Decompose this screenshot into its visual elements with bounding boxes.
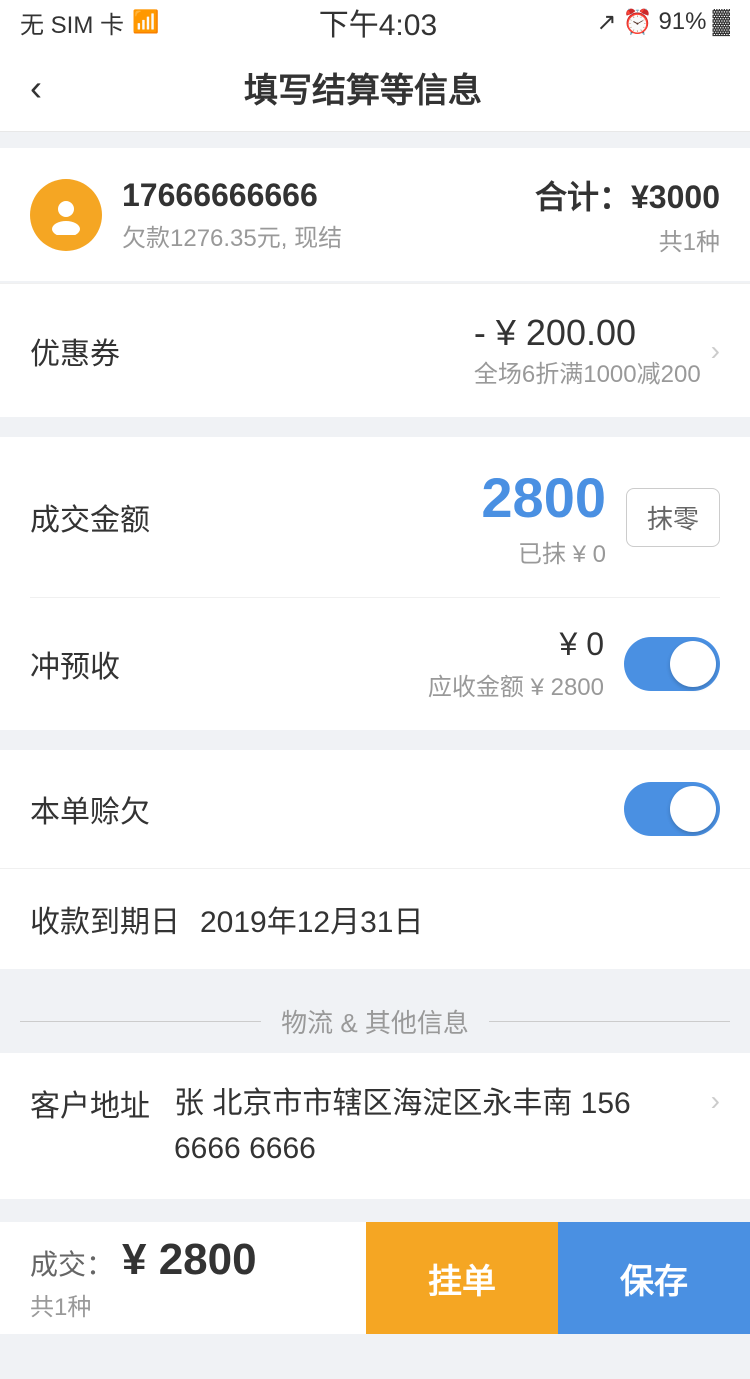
coupon-description: 全场6折满1000减200 <box>474 354 701 389</box>
address-section: 客户地址 张 北京市市辖区海淀区永丰南 156 6666 6666 › <box>0 1053 750 1199</box>
due-date-value: 2019年12月31日 <box>200 897 423 941</box>
prepay-amount: ¥ 0 <box>560 626 604 663</box>
bottom-count: 共1种 <box>30 1287 336 1322</box>
bottom-amount: ¥ 2800 <box>122 1235 257 1285</box>
section-divider-1 <box>0 417 750 437</box>
defer-row: 本单赊欠 <box>0 750 750 868</box>
due-date-row: 收款到期日 2019年12月31日 <box>0 868 750 969</box>
status-time: 下午4:03 <box>319 0 437 44</box>
battery-text: 91% <box>658 8 706 36</box>
coupon-right: - ¥ 200.00 全场6折满1000减200 › <box>474 312 720 389</box>
logistics-divider: 物流 & 其他信息 <box>0 989 750 1053</box>
bottom-bar: 成交： ¥ 2800 共1种 挂单 保存 <box>0 1222 750 1334</box>
total-count: 共1种 <box>535 222 720 257</box>
defer-toggle[interactable] <box>624 782 720 836</box>
customer-total: 合计：¥3000 共1种 <box>535 172 720 257</box>
status-bar: 无 SIM 卡 📶 下午4:03 ↗ ⏰ 91% ▓ <box>0 0 750 44</box>
hold-button[interactable]: 挂单 <box>366 1222 558 1334</box>
coupon-chevron-icon: › <box>711 335 720 367</box>
coupon-discount: - ¥ 200.00 <box>474 312 701 354</box>
amount-right: 2800 已抹 ¥ 0 抹零 <box>481 465 720 569</box>
coupon-row[interactable]: 优惠券 - ¥ 200.00 全场6折满1000减200 › <box>0 283 750 417</box>
customer-sub-text: 欠款1276.35元, 现结 <box>122 218 342 253</box>
save-button[interactable]: 保存 <box>558 1222 750 1334</box>
page-title: 填写结算等信息 <box>62 63 664 112</box>
avatar <box>30 179 102 251</box>
bottom-summary: 成交： ¥ 2800 共1种 <box>0 1235 366 1322</box>
defer-label: 本单赊欠 <box>30 787 150 831</box>
amount-value-wrapper: 2800 已抹 ¥ 0 <box>481 465 606 569</box>
alarm-icon: ⏰ <box>623 8 653 37</box>
round-button[interactable]: 抹零 <box>626 488 720 547</box>
logistics-text: 物流 & 其他信息 <box>281 1003 469 1040</box>
prepay-info: ¥ 0 应收金额 ¥ 2800 <box>428 626 604 702</box>
customer-card: 17666666666 欠款1276.35元, 现结 合计：¥3000 共1种 <box>0 148 750 281</box>
prepay-sub: 应收金额 ¥ 2800 <box>428 667 604 702</box>
prepay-row: 冲预收 ¥ 0 应收金额 ¥ 2800 <box>30 598 720 730</box>
amount-value: 2800 <box>481 465 606 530</box>
amount-label: 成交金额 <box>30 495 150 539</box>
back-button[interactable]: ‹ <box>30 67 42 109</box>
battery-icon: ▓ <box>712 8 730 36</box>
address-label: 客户地址 <box>30 1081 150 1125</box>
address-value: 张 北京市市辖区海淀区永丰南 156 6666 6666 <box>174 1081 701 1171</box>
amount-sub: 已抹 ¥ 0 <box>481 534 606 569</box>
due-date-label: 收款到期日 <box>30 897 180 941</box>
header: ‹ 填写结算等信息 <box>0 44 750 132</box>
customer-phone: 17666666666 <box>122 177 342 214</box>
status-left: 无 SIM 卡 📶 <box>20 5 159 40</box>
total-price: 合计：¥3000 <box>535 172 720 218</box>
customer-left: 17666666666 欠款1276.35元, 现结 <box>30 177 342 253</box>
prepay-label: 冲预收 <box>30 642 120 686</box>
amount-section: 成交金额 2800 已抹 ¥ 0 抹零 冲预收 ¥ 0 应收金额 ¥ 2800 <box>0 437 750 730</box>
section-divider-2 <box>0 730 750 750</box>
address-chevron-icon: › <box>711 1085 720 1117</box>
customer-info: 17666666666 欠款1276.35元, 现结 <box>122 177 342 253</box>
location-icon: ↗ <box>596 8 616 37</box>
status-right: ↗ ⏰ 91% ▓ <box>596 8 730 37</box>
address-row[interactable]: 客户地址 张 北京市市辖区海淀区永丰南 156 6666 6666 › <box>0 1053 750 1199</box>
bottom-deal-label: 成交： <box>30 1243 114 1283</box>
coupon-label: 优惠券 <box>30 329 120 373</box>
section-divider-3 <box>0 969 750 989</box>
prepay-toggle[interactable] <box>624 637 720 691</box>
amount-row: 成交金额 2800 已抹 ¥ 0 抹零 <box>30 437 720 598</box>
sim-status: 无 SIM 卡 <box>20 5 124 40</box>
wifi-icon: 📶 <box>132 9 159 35</box>
